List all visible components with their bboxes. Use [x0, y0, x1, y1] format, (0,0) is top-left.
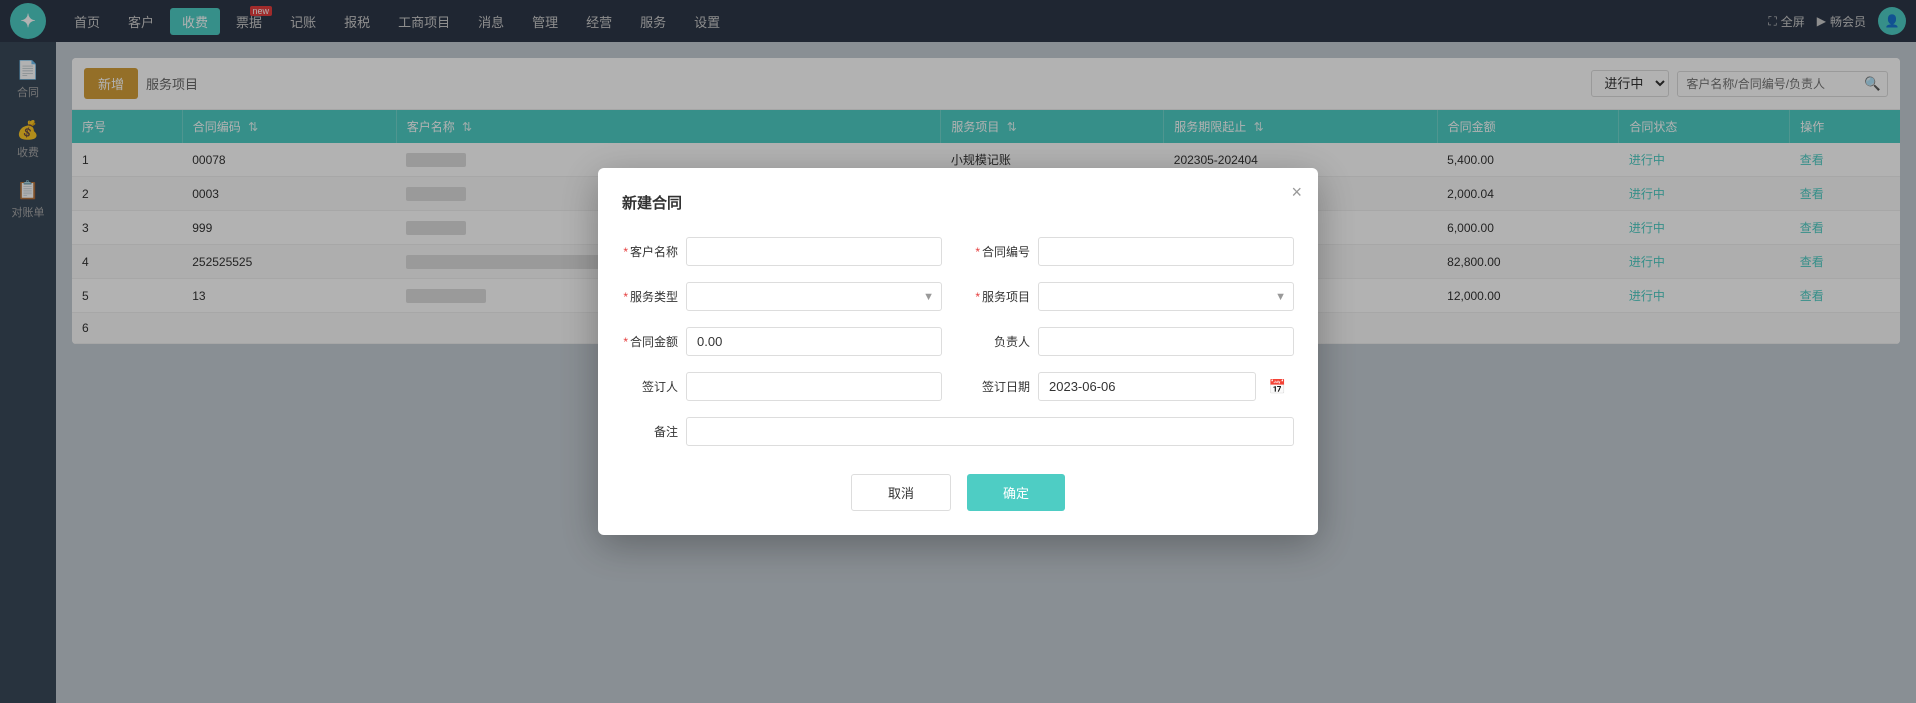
cancel-button[interactable]: 取消: [851, 474, 951, 511]
modal-title: 新建合同: [622, 192, 1294, 213]
form-row-notes: 备注: [622, 417, 1294, 446]
form-row-service-type: *服务类型 ▼: [622, 282, 942, 311]
customer-name-input[interactable]: [686, 237, 942, 266]
amount-input[interactable]: [686, 327, 942, 356]
service-item-wrapper: ▼: [1038, 282, 1294, 311]
form-row-amount: *合同金额: [622, 327, 942, 356]
form-row-signer: 签订人: [622, 372, 942, 401]
sign-date-input[interactable]: [1038, 372, 1256, 401]
confirm-button[interactable]: 确定: [967, 474, 1065, 511]
form-row-service-item: *服务项目 ▼: [974, 282, 1294, 311]
service-type-select[interactable]: [686, 282, 942, 311]
amount-label: *合同金额: [622, 333, 678, 350]
notes-label: 备注: [622, 423, 678, 440]
customer-name-label: *客户名称: [622, 243, 678, 260]
contract-no-label: *合同编号: [974, 243, 1030, 260]
responsible-input[interactable]: [1038, 327, 1294, 356]
form-grid: *客户名称 *合同编号 *服务类型 ▼: [622, 237, 1294, 446]
modal-close-button[interactable]: ×: [1291, 182, 1302, 203]
form-row-customer: *客户名称: [622, 237, 942, 266]
signer-label: 签订人: [622, 378, 678, 395]
service-item-label: *服务项目: [974, 288, 1030, 305]
service-type-wrapper: ▼: [686, 282, 942, 311]
form-row-responsible: 负责人: [974, 327, 1294, 356]
responsible-label: 负责人: [974, 333, 1030, 350]
service-item-select[interactable]: [1038, 282, 1294, 311]
sign-date-label: 签订日期: [974, 378, 1030, 395]
new-contract-modal: 新建合同 × *客户名称 *合同编号 *服务类型: [598, 168, 1318, 535]
modal-overlay: 新建合同 × *客户名称 *合同编号 *服务类型: [0, 0, 1916, 703]
calendar-icon: 📅: [1269, 378, 1286, 395]
date-input-wrapper: 📅: [1038, 372, 1294, 401]
notes-input[interactable]: [686, 417, 1294, 446]
service-type-label: *服务类型: [622, 288, 678, 305]
signer-input[interactable]: [686, 372, 942, 401]
modal-footer: 取消 确定: [622, 474, 1294, 511]
contract-no-input[interactable]: [1038, 237, 1294, 266]
form-row-contract-no: *合同编号: [974, 237, 1294, 266]
form-row-sign-date: 签订日期 📅: [974, 372, 1294, 401]
